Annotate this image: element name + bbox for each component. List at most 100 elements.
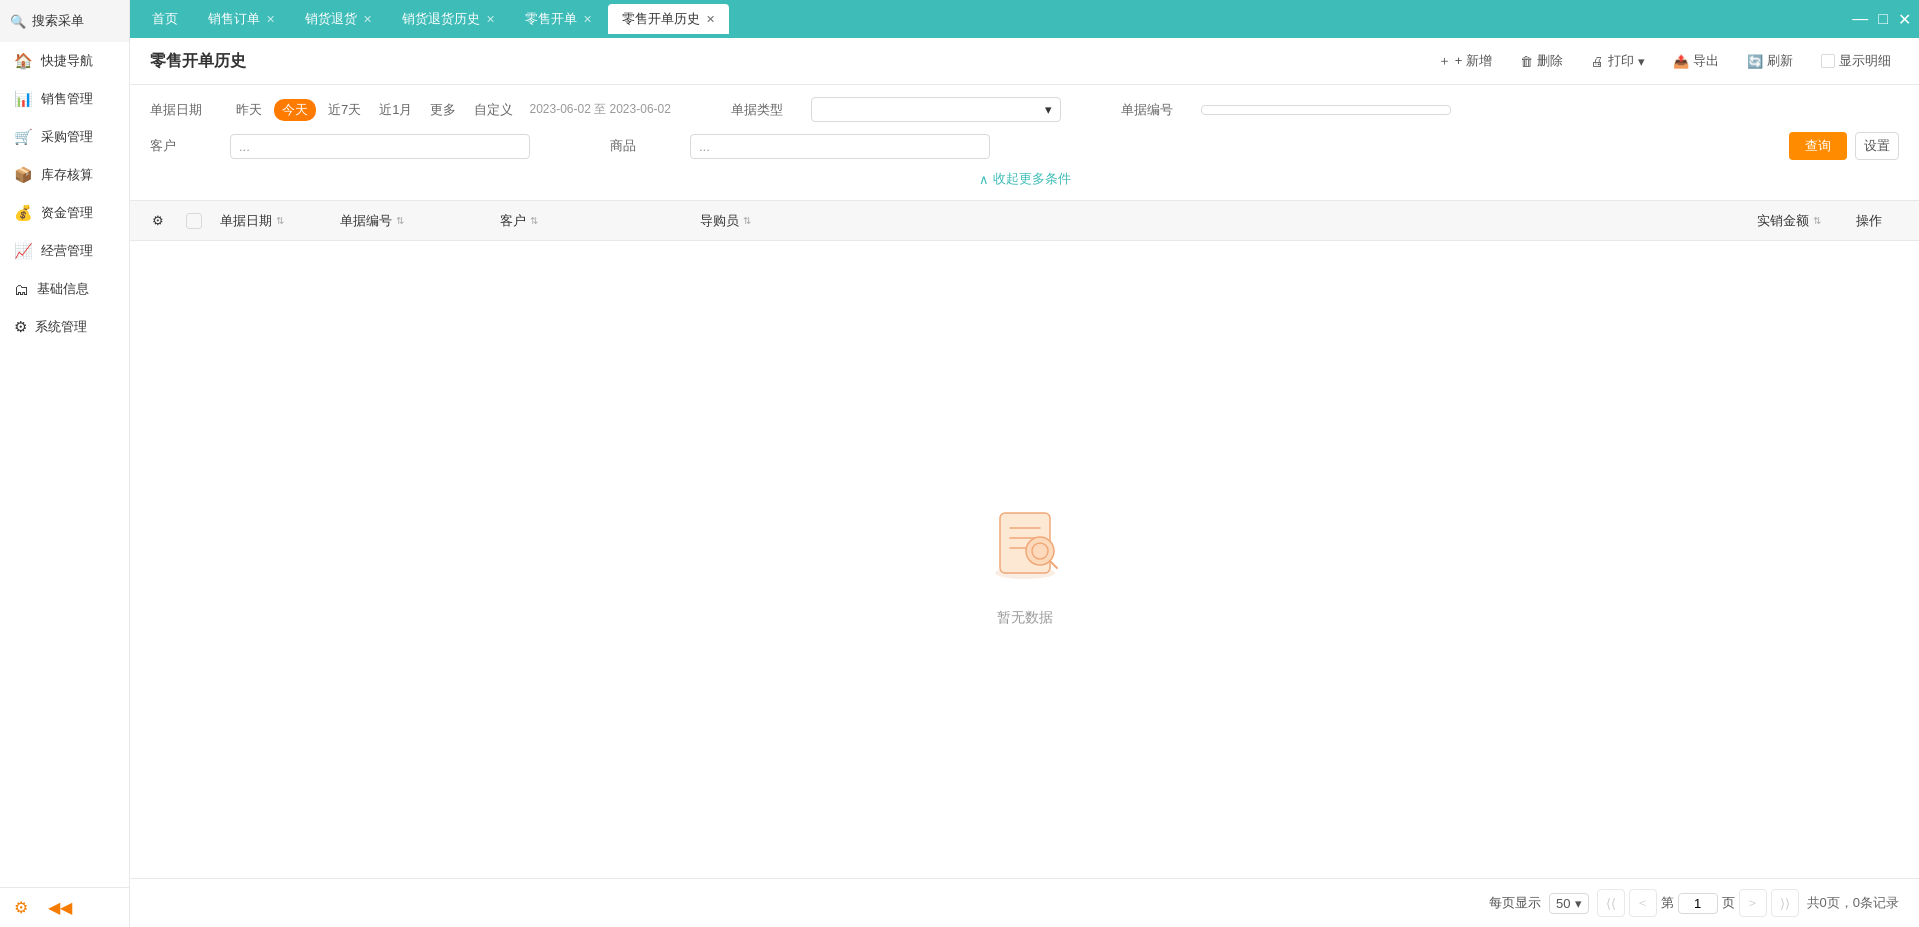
main-content: 首页 销售订单 ✕ 销货退货 ✕ 销货退货历史 ✕ 零售开单 ✕ 零售开单历史 … <box>130 0 1919 927</box>
sidebar-item-system[interactable]: ⚙ 系统管理 <box>0 308 129 346</box>
sidebar-item-sales[interactable]: 📊 销售管理 <box>0 80 129 118</box>
sort-num-icon: ⇅ <box>396 215 404 226</box>
tab-retail-open[interactable]: 零售开单 ✕ <box>511 4 606 34</box>
close-tab-sales-return[interactable]: ✕ <box>363 13 372 26</box>
add-icon: ＋ <box>1438 52 1451 70</box>
date-opt-1month[interactable]: 近1月 <box>373 99 418 121</box>
sort-client-icon: ⇅ <box>530 215 538 226</box>
th-client[interactable]: 客户 ⇅ <box>492 212 692 230</box>
date-opt-7days[interactable]: 近7天 <box>322 99 367 121</box>
refresh-label: 刷新 <box>1767 52 1793 70</box>
goods-input[interactable]: ... <box>690 134 990 159</box>
bill-num-input[interactable] <box>1201 105 1451 115</box>
window-maximize-icon[interactable]: □ <box>1878 10 1888 28</box>
filter-area: 单据日期 昨天 今天 近7天 近1月 更多 自定义 2023-06-02 至 2… <box>130 85 1919 201</box>
client-label: 客户 <box>150 137 210 155</box>
goods-placeholder: ... <box>699 139 710 154</box>
gear-settings-icon[interactable]: ⚙ <box>152 213 164 228</box>
operation-icon: 📈 <box>14 242 33 260</box>
sidebar: 🔍 搜索采单 🏠 快捷导航 📊 销售管理 🛒 采购管理 📦 库存核算 💰 资金管… <box>0 0 130 927</box>
client-input[interactable]: ... <box>230 134 530 159</box>
page-first-btn[interactable]: ⟨⟨ <box>1597 889 1625 917</box>
tab-bar: 首页 销售订单 ✕ 销货退货 ✕ 销货退货历史 ✕ 零售开单 ✕ 零售开单历史 … <box>130 0 1919 38</box>
th-num[interactable]: 单据编号 ⇅ <box>332 212 492 230</box>
window-minimize-icon[interactable]: — <box>1852 10 1868 28</box>
sidebar-search-label: 搜索采单 <box>32 12 84 30</box>
close-tab-sales-order[interactable]: ✕ <box>266 13 275 26</box>
tab-sales-return[interactable]: 销货退货 ✕ <box>291 4 386 34</box>
page-title: 零售开单历史 <box>150 51 246 72</box>
tab-retail-history[interactable]: 零售开单历史 ✕ <box>608 4 729 34</box>
print-button[interactable]: 🖨 打印 ▾ <box>1583 48 1653 74</box>
display-detail-button[interactable]: 显示明细 <box>1813 48 1899 74</box>
sort-guide-icon: ⇅ <box>743 215 751 226</box>
sidebar-search[interactable]: 🔍 搜索采单 <box>0 0 129 42</box>
export-icon: 📤 <box>1673 54 1689 69</box>
header-checkbox[interactable] <box>186 213 202 229</box>
sort-amount-icon: ⇅ <box>1813 215 1821 226</box>
th-amount-label: 实销金额 <box>1757 212 1809 230</box>
toolbar: ＋ + 新增 🗑 删除 🖨 打印 ▾ 📤 导出 🔄 刷新 <box>1430 48 1899 74</box>
page-label: 第 <box>1661 894 1674 912</box>
date-opt-more[interactable]: 更多 <box>424 99 462 121</box>
sidebar-item-label: 库存核算 <box>41 166 93 184</box>
tab-sales-return-history[interactable]: 销货退货历史 ✕ <box>388 4 509 34</box>
sidebar-item-inventory[interactable]: 📦 库存核算 <box>0 156 129 194</box>
goods-label: 商品 <box>610 137 670 155</box>
date-opt-today[interactable]: 今天 <box>274 99 316 121</box>
bill-type-select[interactable]: ▾ <box>811 97 1061 122</box>
page-next-btn[interactable]: ＞ <box>1739 889 1767 917</box>
th-gear[interactable]: ⚙ <box>140 213 176 228</box>
delete-button[interactable]: 🗑 删除 <box>1512 48 1571 74</box>
bill-num-label: 单据编号 <box>1121 101 1181 119</box>
page-prev-btn[interactable]: ＜ <box>1629 889 1657 917</box>
empty-illustration <box>975 493 1075 593</box>
sidebar-item-purchase[interactable]: 🛒 采购管理 <box>0 118 129 156</box>
date-options: 昨天 今天 近7天 近1月 更多 自定义 2023-06-02 至 2023-0… <box>230 99 671 121</box>
refresh-icon: 🔄 <box>1747 54 1763 69</box>
close-tab-sales-return-history[interactable]: ✕ <box>486 13 495 26</box>
sales-icon: 📊 <box>14 90 33 108</box>
page-last-btn[interactable]: ⟩⟩ <box>1771 889 1799 917</box>
purchase-icon: 🛒 <box>14 128 33 146</box>
sidebar-item-label: 系统管理 <box>35 318 87 336</box>
th-op: 操作 <box>1829 212 1909 230</box>
tab-retail-open-label: 零售开单 <box>525 10 577 28</box>
export-button[interactable]: 📤 导出 <box>1665 48 1727 74</box>
th-date[interactable]: 单据日期 ⇅ <box>212 212 332 230</box>
tab-home[interactable]: 首页 <box>138 4 192 34</box>
quick-nav-icon: 🏠 <box>14 52 33 70</box>
th-guide[interactable]: 导购员 ⇅ <box>692 212 812 230</box>
bill-type-dropdown-icon: ▾ <box>1045 102 1052 117</box>
settings-icon[interactable]: ⚙ <box>14 898 28 917</box>
search-icon: 🔍 <box>10 14 26 29</box>
close-tab-retail-open[interactable]: ✕ <box>583 13 592 26</box>
filter-row-1: 单据日期 昨天 今天 近7天 近1月 更多 自定义 2023-06-02 至 2… <box>150 97 1899 122</box>
settings-button[interactable]: 设置 <box>1855 132 1899 160</box>
tab-sales-order[interactable]: 销售订单 ✕ <box>194 4 289 34</box>
query-button[interactable]: 查询 <box>1789 132 1847 160</box>
page-input[interactable] <box>1678 893 1718 914</box>
sidebar-item-finance[interactable]: 💰 资金管理 <box>0 194 129 232</box>
window-close-icon[interactable]: ✕ <box>1898 10 1911 29</box>
sidebar-item-basic[interactable]: 🗂 基础信息 <box>0 270 129 308</box>
date-opt-custom[interactable]: 自定义 <box>468 99 519 121</box>
empty-text: 暂无数据 <box>997 609 1053 627</box>
collapse-filter-btn[interactable]: ∧ 收起更多条件 <box>979 170 1071 188</box>
per-page-dropdown[interactable]: 50 ▾ <box>1549 893 1588 914</box>
table-header: ⚙ 单据日期 ⇅ 单据编号 ⇅ 客户 ⇅ 导购员 ⇅ 实 <box>130 201 1919 241</box>
sidebar-item-label: 快捷导航 <box>41 52 93 70</box>
th-client-label: 客户 <box>500 212 526 230</box>
page-end-label: 页 <box>1722 894 1735 912</box>
sidebar-item-quick-nav[interactable]: 🏠 快捷导航 <box>0 42 129 80</box>
basic-icon: 🗂 <box>14 281 29 298</box>
sidebar-item-operation[interactable]: 📈 经营管理 <box>0 232 129 270</box>
th-amount[interactable]: 实销金额 ⇅ <box>1709 212 1829 230</box>
date-opt-yesterday[interactable]: 昨天 <box>230 99 268 121</box>
refresh-button[interactable]: 🔄 刷新 <box>1739 48 1801 74</box>
close-tab-retail-history[interactable]: ✕ <box>706 13 715 26</box>
th-check[interactable] <box>176 213 212 229</box>
collapse-up-icon: ∧ <box>979 172 989 187</box>
add-button[interactable]: ＋ + 新增 <box>1430 48 1500 74</box>
collapse-sidebar-icon[interactable]: ◀◀ <box>48 898 72 917</box>
